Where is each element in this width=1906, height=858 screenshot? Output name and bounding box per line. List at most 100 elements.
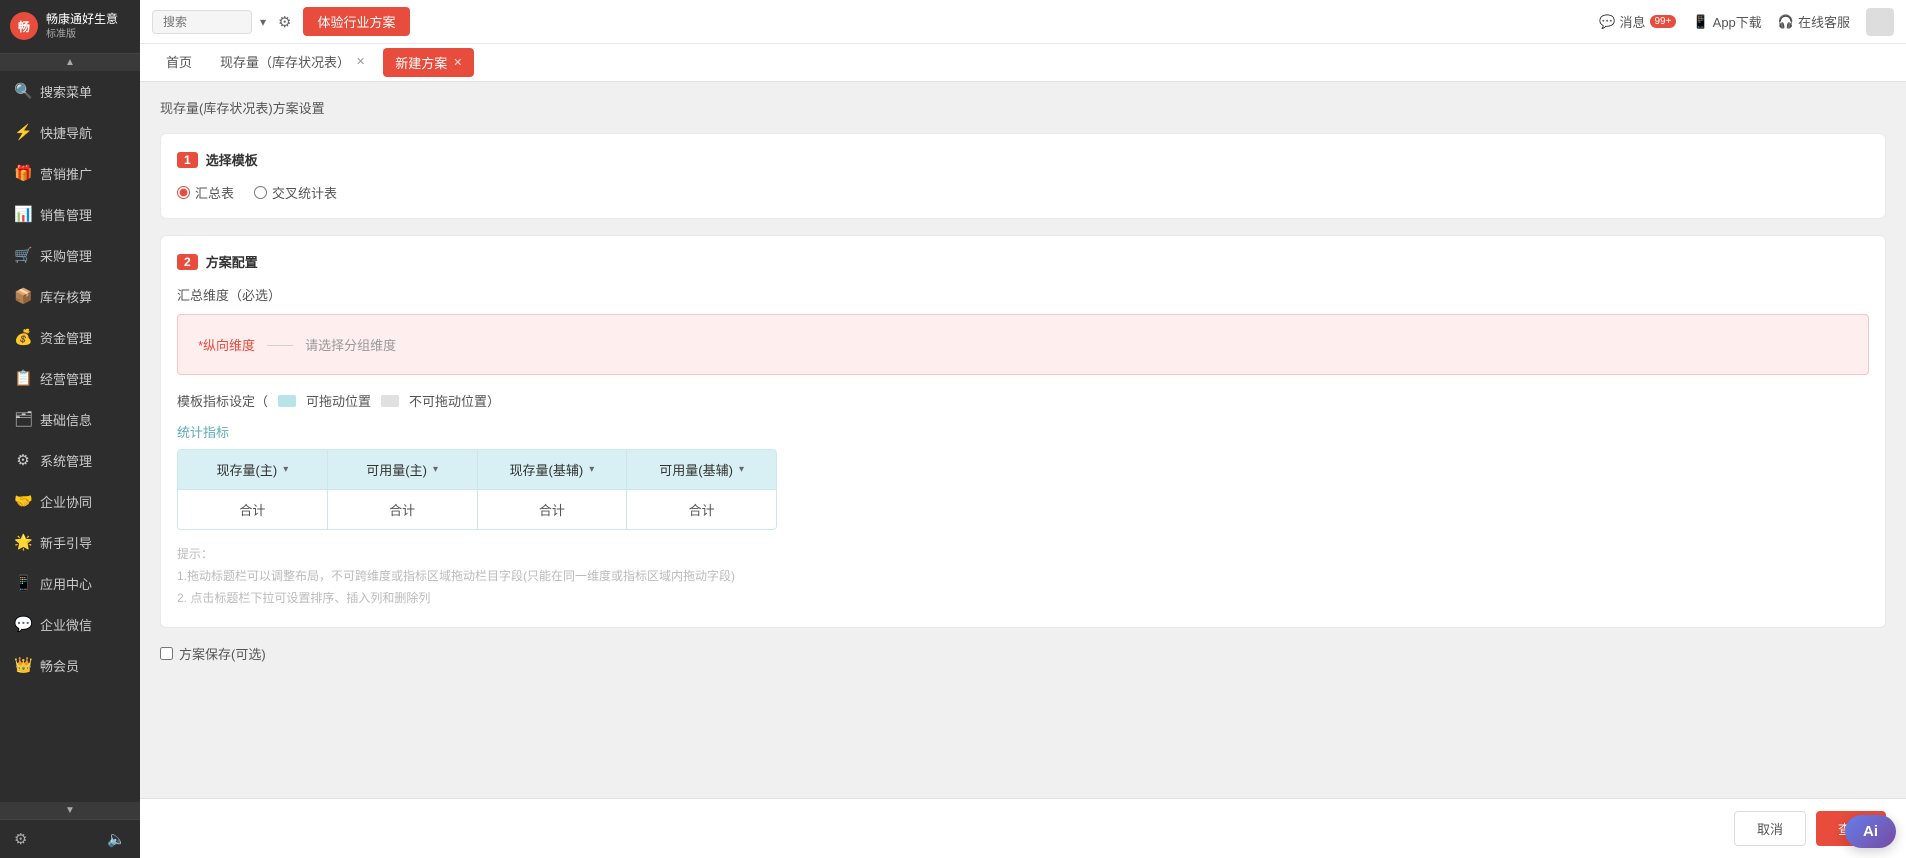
save-checkbox[interactable]: [160, 647, 173, 660]
cancel-button[interactable]: 取消: [1734, 811, 1806, 846]
stats-table-header: 现存量(主)▾ 可用量(主) ▾ 现存量(基辅)▾ 可用量(基辅) ▾: [178, 450, 776, 489]
dimension-box[interactable]: *纵向维度 —— 请选择分组维度: [177, 314, 1869, 375]
topbar-dropdown[interactable]: ▾: [260, 15, 266, 29]
stats-col-current-aux[interactable]: 现存量(基辅)▾: [478, 450, 628, 489]
sidebar-label-sales: 销售管理: [40, 205, 92, 224]
template-option-summary[interactable]: 汇总表: [177, 183, 234, 202]
trial-button[interactable]: 体验行业方案: [303, 7, 409, 36]
online-service-item[interactable]: 🎧 在线客服: [1778, 12, 1850, 31]
sidebar-item-search-menu[interactable]: 🔍 搜索菜单: [0, 71, 140, 112]
tips-section: 提示：1.拖动标题栏可以调整布局，不可跨维度或指标区域拖动栏目字段(只能在同一维…: [177, 545, 1869, 607]
tab-inventory-status[interactable]: 现存量（库存状况表）✕: [206, 44, 379, 81]
template-option-cross[interactable]: 交叉统计表: [254, 183, 337, 202]
stats-col-label-available-aux: 可用量(基辅): [659, 460, 733, 479]
sidebar-item-newbie[interactable]: 🌟新手引导: [0, 522, 140, 563]
template-options: 汇总表 交叉统计表: [177, 183, 1869, 202]
tabs-bar: 首页现存量（库存状况表）✕ 新建方案 ✕: [140, 44, 1906, 82]
tab-close-inventory-status[interactable]: ✕: [356, 55, 365, 68]
tab-new-plan[interactable]: 新建方案 ✕: [383, 48, 474, 77]
step2-title: 方案配置: [206, 252, 258, 271]
fixed-tag-box: [381, 395, 399, 407]
message-badge: 99+: [1650, 15, 1677, 28]
sidebar-icon-wechat: 💬: [14, 615, 32, 633]
sidebar-item-membership[interactable]: 👑畅会员: [0, 645, 140, 686]
sidebar-label-finance: 资金管理: [40, 328, 92, 347]
app-download-item[interactable]: 📱 App下载: [1692, 12, 1761, 31]
sidebar-item-marketing[interactable]: 🎁 营销推广: [0, 153, 140, 194]
sidebar-scroll-down[interactable]: ▼: [0, 802, 140, 819]
sidebar-label-system: 系统管理: [40, 451, 92, 470]
stats-cell-current-aux: 合计: [478, 490, 628, 529]
radio-summary[interactable]: [177, 186, 190, 199]
stats-col-label-current-main: 现存量(主): [217, 460, 278, 479]
stats-col-available-main[interactable]: 可用量(主) ▾: [328, 450, 478, 489]
stats-col-available-aux[interactable]: 可用量(基辅) ▾: [627, 450, 776, 489]
stats-col-label-available-main: 可用量(主): [366, 460, 427, 479]
message-label: 消息: [1619, 12, 1645, 31]
sidebar-icon-purchase: 🛒: [14, 246, 32, 264]
fixed-label: 不可拖动位置）: [409, 391, 500, 410]
user-avatar[interactable]: [1866, 8, 1894, 36]
tab-home[interactable]: 首页: [152, 44, 206, 81]
sidebar-icon-basic-info: 🗂: [14, 410, 32, 428]
sidebar-label-search-menu: 搜索菜单: [40, 82, 92, 101]
sidebar-icon-system: ⚙: [14, 451, 32, 469]
sidebar-item-app-center[interactable]: 📱应用中心: [0, 563, 140, 604]
tab-close-new-plan[interactable]: ✕: [453, 56, 462, 69]
sidebar-scroll-up[interactable]: ▲: [0, 54, 140, 71]
sidebar-item-purchase[interactable]: 🛒 采购管理: [0, 235, 140, 276]
sidebar-icon-inventory: 📦: [14, 287, 32, 305]
radio-cross[interactable]: [254, 186, 267, 199]
stats-label: 统计指标: [177, 422, 1869, 441]
step2-badge: 2: [177, 254, 198, 270]
template-label-summary: 汇总表: [195, 183, 234, 202]
tab-label-new-plan: 新建方案: [395, 53, 447, 72]
stats-col-label-current-aux: 现存量(基辅): [510, 460, 584, 479]
sidebar-icon-membership: 👑: [14, 656, 32, 674]
sidebar-label-purchase: 采购管理: [40, 246, 92, 265]
chevron-available-main: ▾: [433, 464, 438, 475]
audio-icon[interactable]: 🔈: [107, 830, 126, 848]
stats-cell-available-main: 合计: [328, 490, 478, 529]
movable-label: 可拖动位置: [306, 391, 371, 410]
logo-text: 畅康通好生意 标准版: [46, 12, 118, 41]
sidebar-item-wechat[interactable]: 💬企业微信: [0, 604, 140, 645]
step1-section: 1 选择模板 汇总表交叉统计表: [160, 133, 1886, 219]
topbar: ▾ ⚙ 体验行业方案 💬 消息 99+ 📱 App下载 🎧 在线客服: [140, 0, 1906, 44]
sidebar-item-inventory[interactable]: 📦库存核算: [0, 276, 140, 317]
sidebar-icon-quick-nav: ⚡: [14, 123, 32, 141]
sidebar-icon-enterprise: 🤝: [14, 492, 32, 510]
sidebar-item-quick-nav[interactable]: ⚡快捷导航: [0, 112, 140, 153]
sidebar-label-marketing: 营销推广: [40, 164, 92, 183]
template-label-cross: 交叉统计表: [272, 183, 337, 202]
dim-placeholder: 请选择分组维度: [305, 335, 396, 354]
content-area: 现存量(库存状况表)方案设置 1 选择模板 汇总表交叉统计表 2 方案配置 汇总…: [140, 82, 1906, 798]
topbar-gear-icon[interactable]: ⚙: [278, 13, 291, 31]
sidebar-icon-search-menu: 🔍: [14, 82, 32, 100]
sidebar-item-operation[interactable]: 📋经营管理: [0, 358, 140, 399]
sidebar-item-basic-info[interactable]: 🗂基础信息: [0, 399, 140, 440]
sidebar-icon-marketing: 🎁: [14, 164, 32, 182]
sidebar-item-enterprise[interactable]: 🤝 企业协同: [0, 481, 140, 522]
sidebar-label-newbie: 新手引导: [40, 533, 92, 552]
ai-bubble[interactable]: Ai: [1845, 815, 1896, 848]
sidebar-item-finance[interactable]: 💰资金管理: [0, 317, 140, 358]
step1-badge: 1: [177, 152, 198, 168]
save-option: 方案保存(可选): [160, 644, 1886, 663]
headset-icon: 🎧: [1778, 14, 1794, 30]
stats-table-body: 合计合计合计合计: [178, 489, 776, 529]
chevron-available-aux: ▾: [739, 464, 744, 475]
save-option-label[interactable]: 方案保存(可选): [179, 644, 266, 663]
sidebar-item-sales[interactable]: 📊销售管理: [0, 194, 140, 235]
search-input[interactable]: [152, 10, 252, 34]
sidebar-label-enterprise: 企业协同: [40, 492, 92, 511]
settings-icon[interactable]: ⚙: [14, 830, 27, 848]
sidebar-item-system[interactable]: ⚙ 系统管理: [0, 440, 140, 481]
message-item[interactable]: 💬 消息 99+: [1599, 12, 1676, 31]
page-title: 现存量(库存状况表)方案设置: [160, 98, 1886, 117]
stats-col-current-main[interactable]: 现存量(主)▾: [178, 450, 328, 489]
indicators-row: 模板指标设定（ 可拖动位置 不可拖动位置）: [177, 391, 1869, 410]
dim-required-label: *纵向维度: [198, 335, 255, 354]
sidebar: 畅 畅康通好生意 标准版 ▲ 🔍搜索菜单⚡快捷导航🎁营销推广📊销售管理🛒采购管理…: [0, 0, 140, 858]
sidebar-nav: 🔍 搜索菜单 ⚡快捷导航 🎁 营销推广 📊销售管理 🛒 采购管理 📦库存核算💰资金管理📋经营管理…: [0, 71, 140, 802]
